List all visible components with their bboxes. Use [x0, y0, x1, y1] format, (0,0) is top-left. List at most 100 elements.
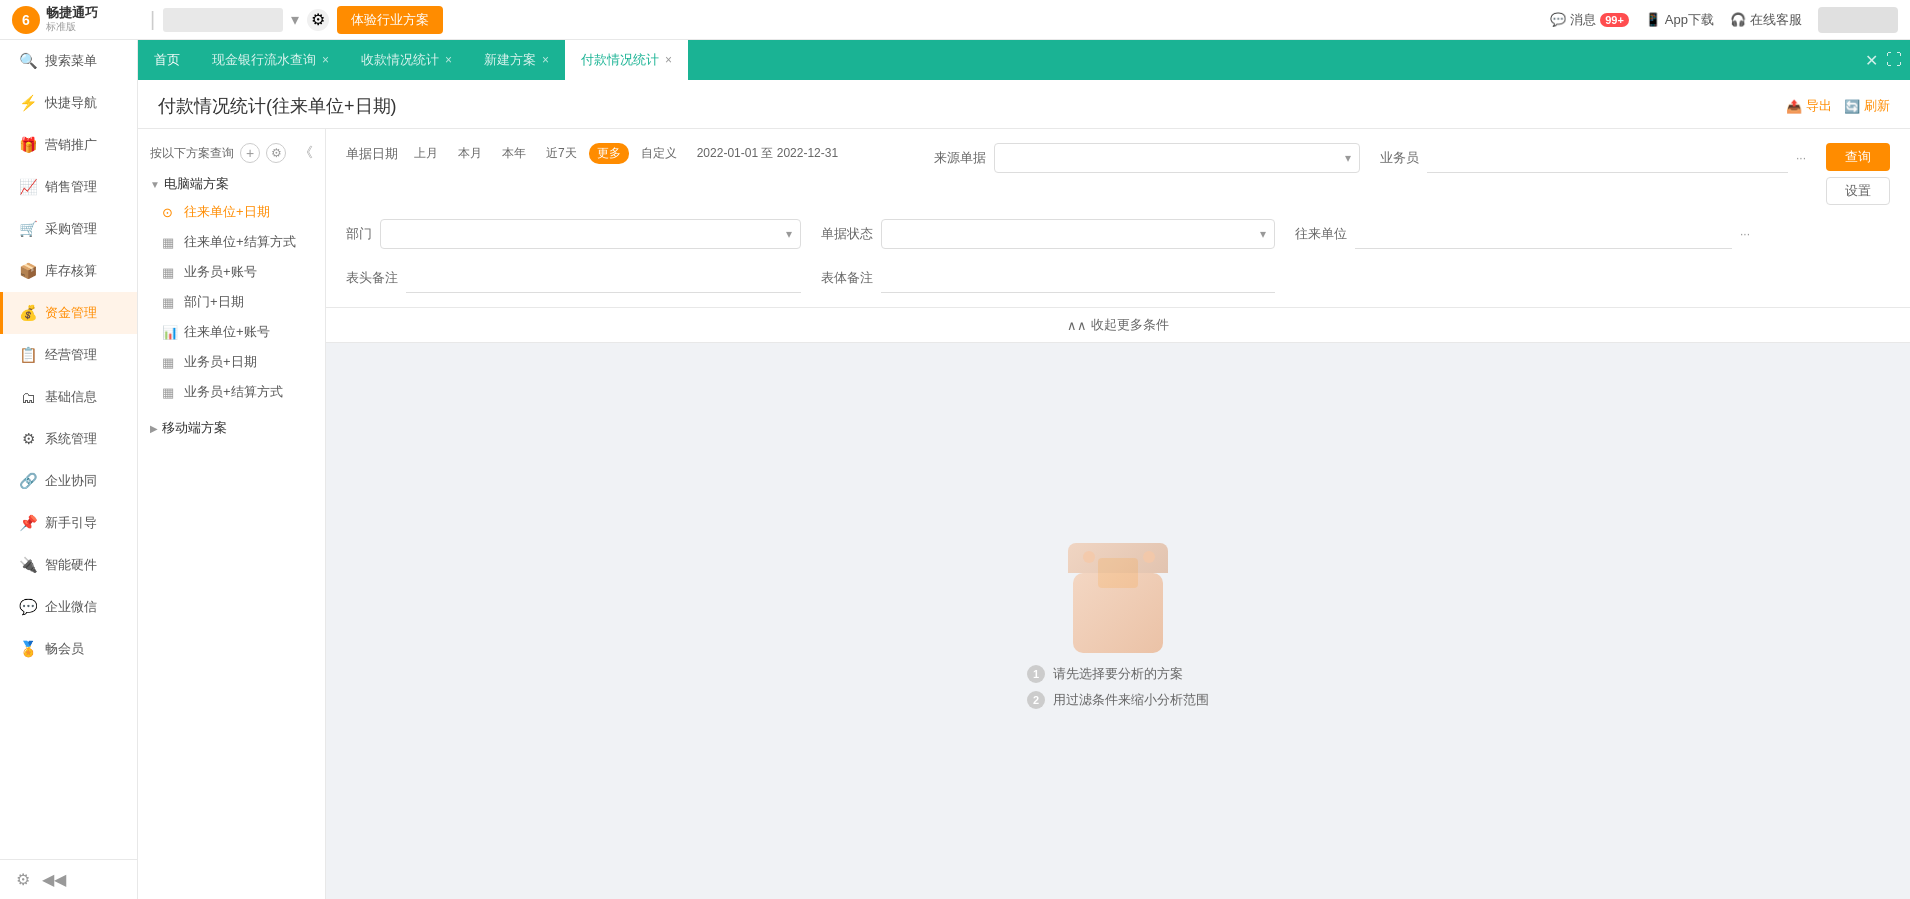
doc-status-select[interactable]: ▾: [881, 219, 1276, 249]
messages-button[interactable]: 💬 消息 99+: [1550, 11, 1629, 29]
refresh-icon: 🔄: [1844, 99, 1860, 114]
app-download-button[interactable]: 📱 App下载: [1645, 11, 1714, 29]
basic-info-icon: 🗂: [19, 388, 37, 406]
service-icon: 🎧: [1730, 12, 1746, 27]
top-bar: 6 畅捷通巧 标准版 | ▾ ⚙ 体验行业方案 💬 消息 99+ 📱 App下载…: [0, 0, 1910, 40]
query-button[interactable]: 查询: [1826, 143, 1890, 171]
illustration-dot1: [1083, 551, 1095, 563]
scheme-collapse-button[interactable]: 《: [299, 144, 313, 162]
page-header-actions: 📤 导出 🔄 刷新: [1786, 97, 1890, 115]
body-note-input[interactable]: [881, 263, 1276, 293]
online-service-button[interactable]: 🎧 在线客服: [1730, 11, 1802, 29]
trial-button[interactable]: 体验行业方案: [337, 6, 443, 34]
scheme-item-dept-date[interactable]: ▦ 部门+日期: [138, 287, 325, 317]
this-year-btn[interactable]: 本年: [494, 143, 534, 164]
app-sub-label: 标准版: [46, 20, 98, 34]
header-note-label: 表头备注: [346, 269, 398, 287]
staff-dots-icon[interactable]: ···: [1796, 151, 1806, 165]
tab-expand-icon[interactable]: ⛶: [1886, 51, 1902, 69]
scheme-mobile-group: ▶ 移动端方案: [138, 415, 325, 441]
collapse-bar[interactable]: ∧∧ 收起更多条件: [326, 308, 1910, 343]
more-btn[interactable]: 更多: [589, 143, 629, 164]
sidebar-item-guide[interactable]: 📌 新手引导: [0, 502, 137, 544]
tab-close-cashflow[interactable]: ×: [322, 54, 329, 66]
scheme-item-staff-date[interactable]: ▦ 业务员+日期: [138, 347, 325, 377]
scheme-item-counterpart-date[interactable]: ⊙ 往来单位+日期: [138, 197, 325, 227]
scheme-item-counterpart-settle[interactable]: ▦ 往来单位+结算方式: [138, 227, 325, 257]
main-layout: 🔍 搜索菜单 ⚡ 快捷导航 🎁 营销推广 📈 销售管理 🛒 采购管理 📦 库存核…: [0, 40, 1910, 899]
settings-icon[interactable]: ⚙: [307, 9, 329, 31]
dropdown-arrow-icon[interactable]: ▾: [291, 10, 299, 29]
scheme-item-active-icon: ⊙: [162, 205, 178, 220]
scheme-item-staff-account[interactable]: ▦ 业务员+账号: [138, 257, 325, 287]
tab-receipts[interactable]: 收款情况统计 ×: [345, 40, 468, 80]
setting-button[interactable]: 设置: [1826, 177, 1890, 205]
scheme-desktop-group-title[interactable]: ▼ 电脑端方案: [138, 171, 325, 197]
doc-status-label: 单据状态: [821, 225, 873, 243]
counterpart-input[interactable]: [1355, 219, 1732, 249]
collab-icon: 🔗: [19, 472, 37, 490]
sidebar-item-inventory[interactable]: 📦 库存核算: [0, 250, 137, 292]
sidebar-item-quick-nav[interactable]: ⚡ 快捷导航: [0, 82, 137, 124]
guide-icon: 📌: [19, 514, 37, 532]
collapse-up-icon: ∧∧: [1067, 318, 1087, 333]
header-note-input[interactable]: [406, 263, 801, 293]
empty-text-area: 1 请先选择要分析的方案 2 用过滤条件来缩小分析范围: [1027, 665, 1209, 709]
scheme-item-counterpart-account[interactable]: 📊 往来单位+账号: [138, 317, 325, 347]
app-download-icon: 📱: [1645, 12, 1661, 27]
this-month-btn[interactable]: 本月: [450, 143, 490, 164]
refresh-button[interactable]: 🔄 刷新: [1844, 97, 1890, 115]
settings-bottom-icon[interactable]: ⚙: [16, 870, 30, 889]
sales-icon: 📈: [19, 178, 37, 196]
scheme-header: 按以下方案查询 + ⚙ 《: [138, 137, 325, 171]
export-button[interactable]: 📤 导出: [1786, 97, 1832, 115]
tab-close-receipts[interactable]: ×: [445, 54, 452, 66]
sidebar-item-enterprise-wechat[interactable]: 💬 企业微信: [0, 586, 137, 628]
staff-input[interactable]: [1427, 143, 1788, 173]
tab-payments[interactable]: 付款情况统计 ×: [565, 40, 688, 80]
sidebar-item-funds[interactable]: 💰 资金管理: [0, 292, 137, 334]
scheme-add-button[interactable]: +: [240, 143, 260, 163]
step-num-1: 1: [1027, 665, 1045, 683]
tab-bar: 首页 现金银行流水查询 × 收款情况统计 × 新建方案 × 付款情况统计 × ✕…: [138, 40, 1910, 80]
sidebar-item-basic-info[interactable]: 🗂 基础信息: [0, 376, 137, 418]
scheme-item-icon-6: ▦: [162, 385, 178, 400]
tab-newscheme[interactable]: 新建方案 ×: [468, 40, 565, 80]
source-select[interactable]: ▾: [994, 143, 1360, 173]
last7-btn[interactable]: 近7天: [538, 143, 585, 164]
sidebar-item-search[interactable]: 🔍 搜索菜单: [0, 40, 137, 82]
tab-home[interactable]: 首页: [138, 51, 196, 69]
dept-select[interactable]: ▾: [380, 219, 801, 249]
custom-btn[interactable]: 自定义: [633, 143, 685, 164]
empty-hint-2: 2 用过滤条件来缩小分析范围: [1027, 691, 1209, 709]
inventory-icon: 📦: [19, 262, 37, 280]
tab-close-newscheme[interactable]: ×: [542, 54, 549, 66]
sidebar-item-purchase[interactable]: 🛒 采购管理: [0, 208, 137, 250]
tab-close-payments[interactable]: ×: [665, 54, 672, 66]
sidebar-item-sales[interactable]: 📈 销售管理: [0, 166, 137, 208]
scheme-setting-button[interactable]: ⚙: [266, 143, 286, 163]
collapse-sidebar-icon[interactable]: ◀◀: [42, 870, 66, 889]
empty-illustration: [1048, 533, 1188, 653]
last-month-btn[interactable]: 上月: [406, 143, 446, 164]
sidebar-item-vip[interactable]: 🏅 畅会员: [0, 628, 137, 670]
scheme-item-icon-1: ▦: [162, 235, 178, 250]
user-info-area[interactable]: [1818, 7, 1898, 33]
app-name: 畅捷通巧: [46, 5, 98, 21]
counterpart-dots-icon[interactable]: ···: [1740, 227, 1750, 241]
desktop-group-arrow-icon: ▼: [150, 179, 160, 190]
scheme-mobile-group-title[interactable]: ▶ 移动端方案: [150, 419, 313, 437]
page-title: 付款情况统计(往来单位+日期): [158, 94, 397, 118]
filter-row-2: 部门 ▾ 单据状态 ▾: [346, 219, 1890, 249]
tab-close-all-icon[interactable]: ✕: [1865, 51, 1878, 70]
sidebar-item-collab[interactable]: 🔗 企业协同: [0, 460, 137, 502]
tab-cashflow[interactable]: 现金银行流水查询 ×: [196, 40, 345, 80]
scheme-item-staff-settle[interactable]: ▦ 业务员+结算方式: [138, 377, 325, 407]
filter-content: 按以下方案查询 + ⚙ 《 ▼ 电脑端方案 ⊙ 往来单位: [138, 129, 1910, 899]
sidebar-item-system[interactable]: ⚙ 系统管理: [0, 418, 137, 460]
export-icon: 📤: [1786, 99, 1802, 114]
sidebar-item-smart-hw[interactable]: 🔌 智能硬件: [0, 544, 137, 586]
sidebar-item-operations[interactable]: 📋 经营管理: [0, 334, 137, 376]
company-selector[interactable]: [163, 8, 283, 32]
sidebar-item-marketing[interactable]: 🎁 营销推广: [0, 124, 137, 166]
